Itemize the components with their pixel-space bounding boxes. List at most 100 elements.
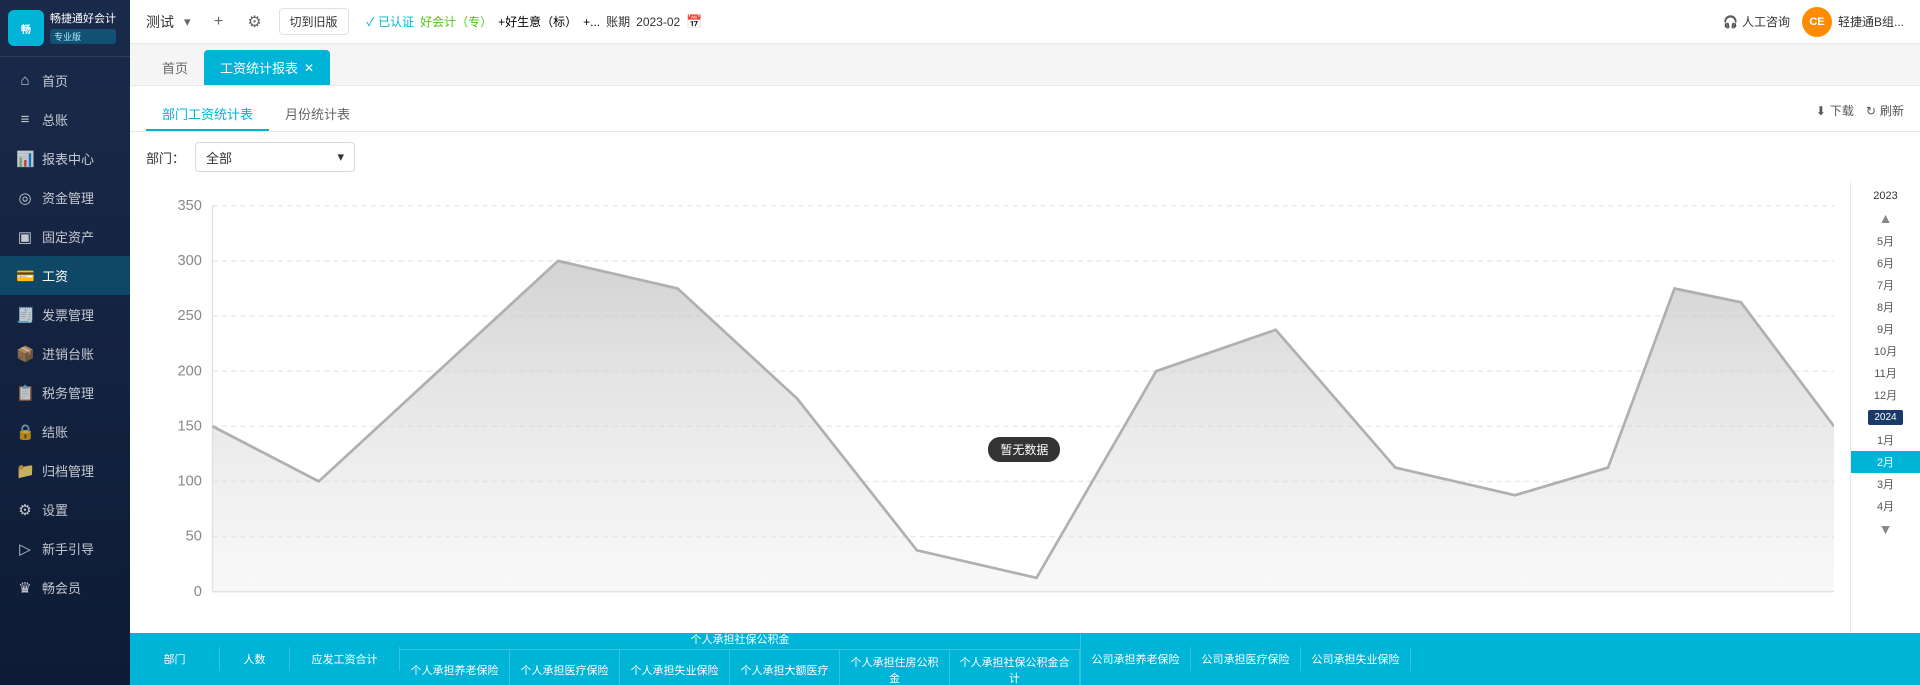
svg-text:200: 200 [177,363,201,379]
chart-area: 0 50 100 150 200 250 300 350 [130,182,1850,633]
logo-badge: 专业版 [50,29,116,44]
sidebar-item-close[interactable]: 🔒 结账 [0,412,130,451]
logo-area: 畅 畅捷通好会计 专业版 [0,0,130,57]
ledger-icon: ≡ [16,111,34,128]
sidebar-item-archive[interactable]: 📁 归档管理 [0,451,130,490]
sidebar-item-label: 设置 [42,500,68,519]
sidebar-item-label: 资金管理 [42,188,94,207]
tab-home[interactable]: 首页 [146,50,204,85]
sidebar-item-assets[interactable]: ▣ 固定资产 [0,217,130,256]
th-company-unemployment: 公司承担失业保险 [1301,647,1411,671]
topbar-right: 🎧 人工咨询 CE 轻捷通B组... [1723,7,1904,37]
year-prev-button[interactable]: ▲ [1874,206,1898,230]
sidebar-item-label: 税务管理 [42,383,94,402]
sidebar-item-home[interactable]: ⌂ 首页 [0,61,130,100]
logo-text-area: 畅捷通好会计 专业版 [50,12,116,43]
th-personal-big-medical: 个人承担大额医疗 [730,650,840,685]
month-aug[interactable]: 8月 [1851,296,1920,318]
sidebar-item-label: 首页 [42,71,68,90]
month-jul[interactable]: 7月 [1851,274,1920,296]
year-2024-badge: 2024 [1868,410,1902,425]
invoice-icon: 🧾 [16,306,34,324]
close-acct-icon: 🔒 [16,423,34,441]
tab-bar: 首页 工资统计报表 ✕ [130,44,1920,86]
th-personal-group: 个人承担社保公积金 个人承担养老保险 个人承担医疗保险 个人承担失业保险 个人承… [400,629,1081,685]
sidebar-item-label: 总账 [42,110,68,129]
topbar-dropdown[interactable]: ▾ [184,14,191,30]
month-feb-active[interactable]: 2月 [1851,451,1920,473]
svg-text:150: 150 [177,418,201,434]
headset-icon: 🎧 [1723,15,1738,29]
home-icon: ⌂ [16,72,34,89]
month-dec[interactable]: 12月 [1851,384,1920,406]
sidebar-nav: ⌂ 首页 ≡ 总账 📊 报表中心 ◎ 资金管理 ▣ 固定资产 💳 工资 🧾 发票… [0,57,130,685]
sidebar-item-label: 报表中心 [42,149,94,168]
th-company-medical: 公司承担医疗保险 [1191,647,1301,671]
svg-text:50: 50 [186,528,202,544]
month-nov[interactable]: 11月 [1851,362,1920,384]
settings-icon: ⚙ [16,501,34,519]
status-good-acct: 好会计（专） [420,13,492,30]
sidebar-item-invoice[interactable]: 🧾 发票管理 [0,295,130,334]
sidebar-item-label: 结账 [42,422,68,441]
svg-text:300: 300 [177,253,201,269]
sidebar-item-guide[interactable]: ▷ 新手引导 [0,529,130,568]
sidebar-item-tax[interactable]: 📋 税务管理 [0,373,130,412]
tab-salary-label: 工资统计报表 [220,58,298,77]
refresh-button[interactable]: ↻ 刷新 [1866,102,1904,119]
user-service-button[interactable]: 🎧 人工咨询 [1723,13,1790,30]
dept-select[interactable]: 全部 ▾ [195,142,355,172]
topbar-add-button[interactable]: + [205,8,233,36]
period-value: 2023-02 [636,15,680,29]
status-good-biz: +好生意（标） [498,13,577,30]
service-label: 人工咨询 [1742,13,1790,30]
th-personal-total: 个人承担社保公积金合计 [950,650,1080,685]
sidebar-item-funds[interactable]: ◎ 资金管理 [0,178,130,217]
switch-version-button[interactable]: 切到旧版 [279,8,349,35]
sidebar-item-reports[interactable]: 📊 报表中心 [0,139,130,178]
svg-text:0: 0 [194,584,202,600]
sub-tabs-left: 部门工资统计表 月份统计表 [146,98,366,131]
sidebar-item-ledger[interactable]: ≡ 总账 [0,100,130,139]
th-personal-cols: 个人承担养老保险 个人承担医疗保险 个人承担失业保险 个人承担大额医疗 个人承担… [400,650,1080,685]
month-jun[interactable]: 6月 [1851,252,1920,274]
status-certified: ✓ 已认证 [367,13,415,30]
refresh-icon: ↻ [1866,104,1876,118]
month-mar[interactable]: 3月 [1851,473,1920,495]
th-personal-pension: 个人承担养老保险 [400,650,510,685]
sidebar-item-sales[interactable]: 📦 进销台账 [0,334,130,373]
sidebar-item-label: 新手引导 [42,539,94,558]
th-base-salary: 应发工资合计 [290,647,400,671]
tab-close-icon[interactable]: ✕ [304,61,314,75]
year-next-button[interactable]: ▼ [1874,517,1898,541]
month-oct[interactable]: 10月 [1851,340,1920,362]
sidebar-item-salary[interactable]: 💳 工资 [0,256,130,295]
filter-value: 全部 [206,148,232,167]
download-button[interactable]: ⬇ 下载 [1816,102,1854,119]
sidebar-item-label: 畅会员 [42,578,81,597]
sidebar-item-label: 工资 [42,266,68,285]
user-info[interactable]: CE 轻捷通B组... [1802,7,1904,37]
username: 轻捷通B组... [1838,13,1904,30]
month-jan[interactable]: 1月 [1851,429,1920,451]
th-company-pension: 公司承担养老保险 [1081,647,1191,671]
sub-tabs-right: ⬇ 下载 ↻ 刷新 [1816,102,1904,119]
th-personal-unemployment: 个人承担失业保险 [620,650,730,685]
calendar-icon[interactable]: 📅 [686,14,702,30]
sub-tab-monthly[interactable]: 月份统计表 [269,98,366,131]
member-icon: ♛ [16,579,34,597]
filter-label: 部门： [146,148,185,167]
sub-tabs: 部门工资统计表 月份统计表 ⬇ 下载 ↻ 刷新 [130,86,1920,132]
sub-tab-dept[interactable]: 部门工资统计表 [146,98,269,131]
svg-text:350: 350 [177,198,201,214]
month-may[interactable]: 5月 [1851,230,1920,252]
sidebar-item-settings[interactable]: ⚙ 设置 [0,490,130,529]
month-apr[interactable]: 4月 [1851,495,1920,517]
sidebar-item-member[interactable]: ♛ 畅会员 [0,568,130,607]
month-sep[interactable]: 9月 [1851,318,1920,340]
tab-salary-report[interactable]: 工资统计报表 ✕ [204,50,330,85]
topbar-settings-button[interactable]: ⚙ [241,8,269,36]
dropdown-arrow-icon: ▾ [184,14,191,30]
th-personal-housing: 个人承担住房公积金 [840,650,950,685]
sidebar-item-label: 固定资产 [42,227,94,246]
